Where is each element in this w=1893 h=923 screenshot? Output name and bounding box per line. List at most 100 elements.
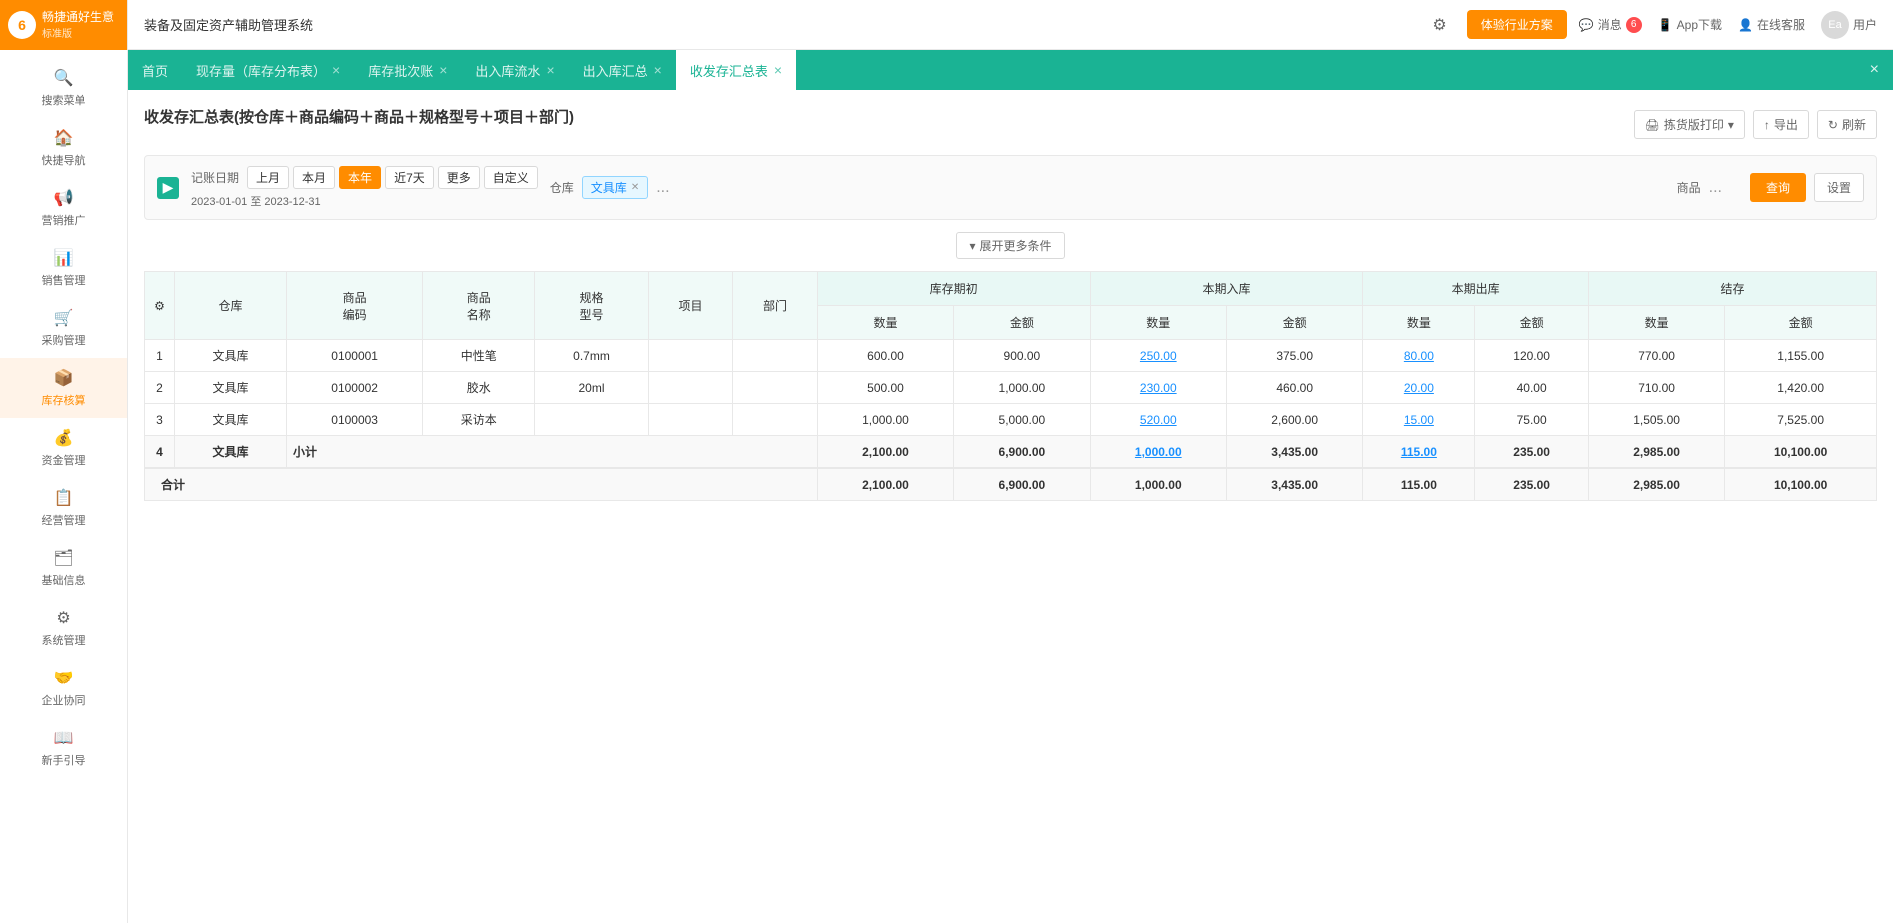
row-balance-qty: 1,505.00 — [1588, 404, 1724, 436]
row-out-qty[interactable]: 20.00 — [1363, 372, 1475, 404]
row-in-qty[interactable]: 520.00 — [1090, 404, 1226, 436]
page-container: 收发存汇总表(按仓库＋商品编码＋商品＋规格型号＋项目＋部门) 🖨 拣货版打印 ▾… — [128, 90, 1893, 923]
row-department — [733, 340, 818, 372]
date-btn-本月[interactable]: 本月 — [293, 166, 335, 189]
tab-inout-summary[interactable]: 出入库汇总× — [569, 50, 676, 90]
date-btn-上月[interactable]: 上月 — [247, 166, 289, 189]
row-out-qty[interactable]: 15.00 — [1363, 404, 1475, 436]
query-btn[interactable]: 查询 — [1750, 173, 1806, 202]
date-btn-近7天[interactable]: 近7天 — [385, 166, 434, 189]
tab-receive-summary[interactable]: 收发存汇总表× — [676, 50, 796, 90]
warehouse-tag-close-icon[interactable]: ✕ — [631, 182, 639, 193]
message-icon: 💬 — [1579, 18, 1594, 32]
tab-home[interactable]: 首页 — [128, 50, 182, 90]
total-balance-qty: 2,985.00 — [1588, 468, 1724, 501]
table-footer: 合计 2,100.00 6,900.00 1,000.00 3,435.00 1… — [145, 468, 1877, 501]
sidebar-item-label: 采购管理 — [42, 332, 86, 348]
subtotal-out-qty[interactable]: 115.00 — [1363, 436, 1475, 469]
row-warehouse: 文具库 — [175, 340, 287, 372]
app-download-btn[interactable]: 📱 App下载 — [1658, 16, 1722, 33]
table-row: 2 文具库 0100002 胶水 20ml 500.00 1,000.00 23… — [145, 372, 1877, 404]
sidebar-item-inventory[interactable]: 📦库存核算 — [0, 358, 127, 418]
row-out-amt: 120.00 — [1475, 340, 1589, 372]
sidebar-item-basics[interactable]: 🗂基础信息 — [0, 538, 127, 598]
tab-inventory-dist[interactable]: 现存量（库存分布表）× — [182, 50, 354, 90]
warehouse-more-btn[interactable]: ... — [656, 179, 669, 197]
sidebar-item-system[interactable]: ⚙系统管理 — [0, 598, 127, 658]
print-btn[interactable]: 🖨 拣货版打印 ▾ — [1634, 110, 1745, 139]
subtotal-in-qty[interactable]: 1,000.00 — [1090, 436, 1226, 469]
sidebar-item-operations[interactable]: 📋经营管理 — [0, 478, 127, 538]
tab-close-icon[interactable]: × — [654, 62, 662, 78]
tab-inout-flow[interactable]: 出入库流水× — [461, 50, 568, 90]
sidebar-item-search[interactable]: 🔍搜索菜单 — [0, 58, 127, 118]
row-opening-amt: 1,000.00 — [954, 372, 1090, 404]
date-buttons: 记账日期上月本月本年近7天更多自定义 — [191, 166, 538, 189]
industry-btn[interactable]: 体验行业方案 — [1467, 10, 1567, 39]
tab-batch-ledger[interactable]: 库存批次账× — [354, 50, 461, 90]
row-balance-amt: 1,420.00 — [1725, 372, 1877, 404]
row-department — [733, 404, 818, 436]
topbar: 装备及固定资产辅助管理系统 ⚙ 体验行业方案 💬 消息 6 📱 App下载 👤 … — [128, 0, 1893, 50]
row-product-code: 0100001 — [286, 340, 422, 372]
row-in-qty[interactable]: 230.00 — [1090, 372, 1226, 404]
settings-btn[interactable]: 设置 — [1814, 173, 1864, 202]
table-header-group-row: ⚙ 仓库 商品编码 商品名称 规格型号 项目 部门 库存期初 本期入库 本期出库… — [145, 272, 1877, 306]
tab-close-icon[interactable]: × — [774, 62, 782, 78]
export-btn[interactable]: ↑ 导出 — [1753, 110, 1809, 139]
filter-arrow-btn[interactable]: ▶ — [157, 177, 179, 199]
row-in-qty[interactable]: 250.00 — [1090, 340, 1226, 372]
user-btn[interactable]: Ea 用户 — [1821, 11, 1877, 39]
row-opening-qty: 500.00 — [817, 372, 953, 404]
date-btn-自定义[interactable]: 自定义 — [484, 166, 538, 189]
th-in-group: 本期入库 — [1090, 272, 1363, 306]
row-out-amt: 75.00 — [1475, 404, 1589, 436]
row-opening-amt: 900.00 — [954, 340, 1090, 372]
refresh-btn[interactable]: ↻ 刷新 — [1817, 110, 1877, 139]
product-more-btn[interactable]: ... — [1709, 179, 1722, 197]
online-service-btn[interactable]: 👤 在线客服 — [1738, 16, 1805, 33]
expand-btn[interactable]: ▾ 展开更多条件 — [956, 232, 1064, 259]
sidebar-item-purchase[interactable]: 🛒采购管理 — [0, 298, 127, 358]
sidebar-item-quick-nav[interactable]: 🏠快捷导航 — [0, 118, 127, 178]
sidebar-item-guide[interactable]: 📖新手引导 — [0, 718, 127, 778]
marketing-icon: 📢 — [54, 188, 74, 208]
total-opening-amt: 6,900.00 — [954, 468, 1090, 501]
sidebar-item-label: 库存核算 — [42, 392, 86, 408]
date-btn-更多[interactable]: 更多 — [438, 166, 480, 189]
sidebar-item-enterprise[interactable]: 🤝企业协同 — [0, 658, 127, 718]
row-warehouse: 文具库 — [175, 372, 287, 404]
system-title: 装备及固定资产辅助管理系统 — [144, 15, 1420, 34]
messages-label: 消息 — [1598, 16, 1622, 33]
tabbar: 首页现存量（库存分布表）×库存批次账×出入库流水×出入库汇总×收发存汇总表×× — [128, 50, 1893, 90]
tabbar-close-all-btn[interactable]: × — [1856, 61, 1893, 79]
sidebar-item-label: 销售管理 — [42, 272, 86, 288]
th-out-group: 本期出库 — [1363, 272, 1589, 306]
tab-close-icon[interactable]: × — [439, 62, 447, 78]
gear-icon[interactable]: ⚙ — [1432, 15, 1446, 35]
sidebar-item-finance[interactable]: 💰资金管理 — [0, 418, 127, 478]
sidebar-item-marketing[interactable]: 📢营销推广 — [0, 178, 127, 238]
row-in-amt: 2,600.00 — [1226, 404, 1362, 436]
tab-close-icon[interactable]: × — [546, 62, 554, 78]
row-seq: 2 — [145, 372, 175, 404]
row-department — [733, 372, 818, 404]
subtotal-opening-amt: 6,900.00 — [954, 436, 1090, 469]
sidebar-item-label: 搜索菜单 — [42, 92, 86, 108]
row-project — [648, 340, 733, 372]
date-btn-本年[interactable]: 本年 — [339, 166, 381, 189]
th-balance-group: 结存 — [1588, 272, 1876, 306]
sidebar-item-label: 资金管理 — [42, 452, 86, 468]
total-row: 合计 2,100.00 6,900.00 1,000.00 3,435.00 1… — [145, 468, 1877, 501]
avatar: Ea — [1821, 11, 1849, 39]
sidebar-item-sales[interactable]: 📊销售管理 — [0, 238, 127, 298]
table-row: 3 文具库 0100003 采访本 1,000.00 5,000.00 520.… — [145, 404, 1877, 436]
table-wrapper: ⚙ 仓库 商品编码 商品名称 规格型号 项目 部门 库存期初 本期入库 本期出库… — [144, 271, 1877, 501]
logo-sub: 标准版 — [42, 25, 114, 40]
date-range: 2023-01-01 至 2023-12-31 — [191, 193, 321, 209]
query-settings-group: 查询 设置 — [1750, 173, 1864, 202]
warehouse-tag[interactable]: 文具库 ✕ — [582, 176, 648, 199]
messages-btn[interactable]: 💬 消息 6 — [1579, 16, 1642, 33]
tab-close-icon[interactable]: × — [332, 62, 340, 78]
row-out-qty[interactable]: 80.00 — [1363, 340, 1475, 372]
